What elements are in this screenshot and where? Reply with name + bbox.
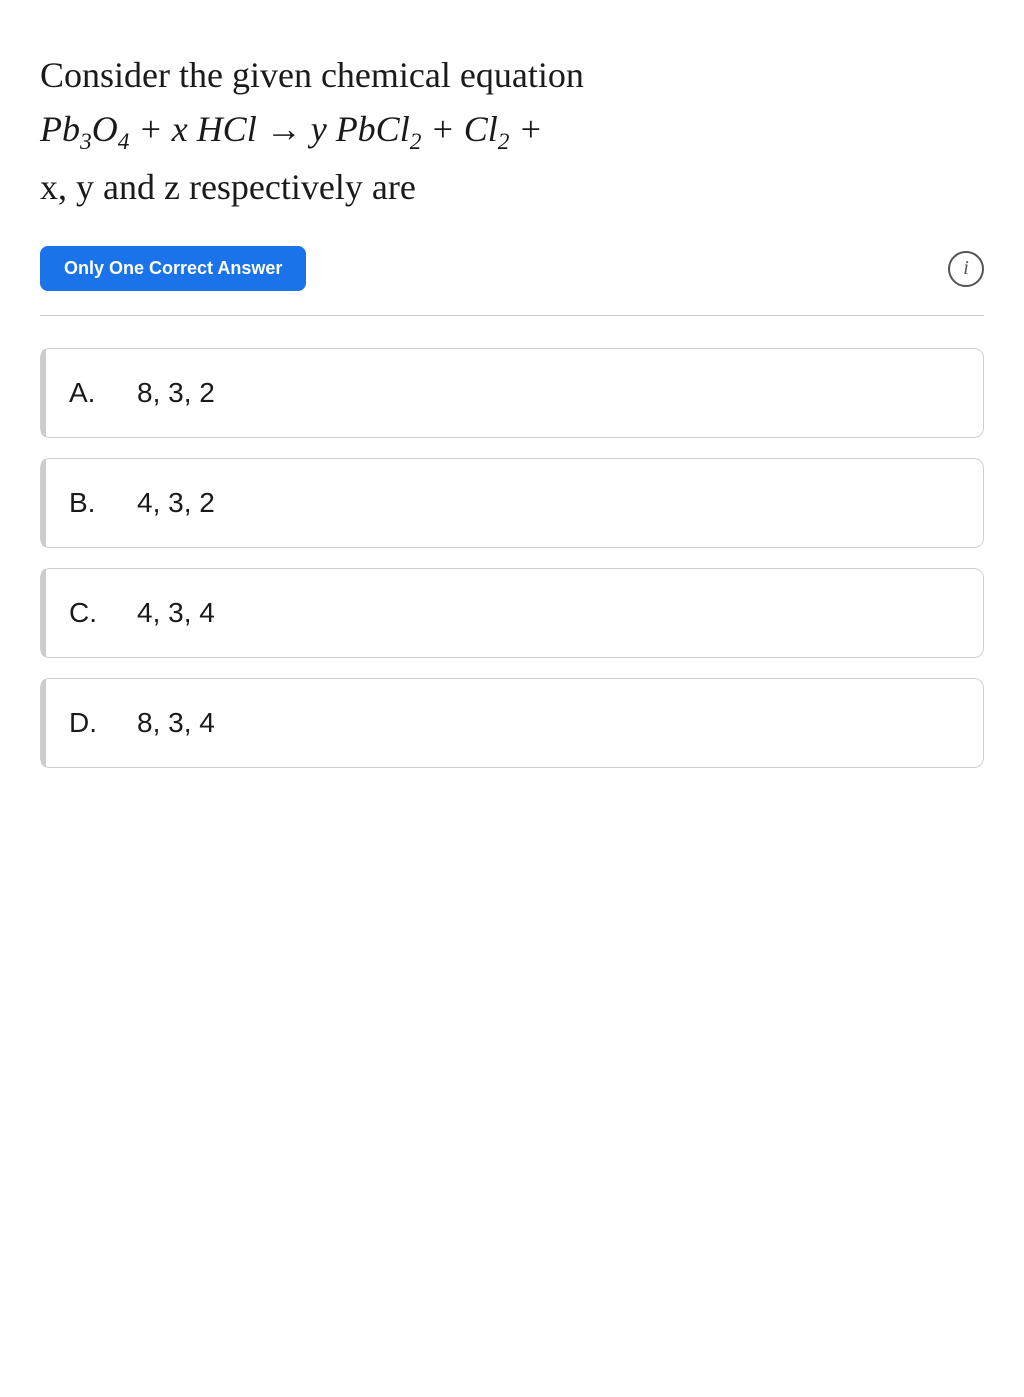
options-list: A. 8, 3, 2 B. 4, 3, 2 C. 4, 3, 4 D. 8, 3… [40,348,984,768]
badge-row: Only One Correct Answer i [40,246,984,291]
question-text: Consider the given chemical equation Pb3… [40,48,984,214]
answer-type-badge: Only One Correct Answer [40,246,306,291]
question-section: Consider the given chemical equation Pb3… [40,48,984,768]
option-a-label: A. [69,377,105,409]
option-d[interactable]: D. 8, 3, 4 [40,678,984,768]
question-followup: x, y and z respectively are [40,167,416,207]
question-intro: Consider the given chemical equation [40,55,584,95]
option-c[interactable]: C. 4, 3, 4 [40,568,984,658]
info-icon[interactable]: i [948,251,984,287]
option-b-label: B. [69,487,105,519]
info-symbol: i [963,257,969,280]
option-c-label: C. [69,597,105,629]
option-a[interactable]: A. 8, 3, 2 [40,348,984,438]
option-a-value: 8, 3, 2 [137,377,215,409]
option-b-value: 4, 3, 2 [137,487,215,519]
option-d-value: 8, 3, 4 [137,707,215,739]
option-c-value: 4, 3, 4 [137,597,215,629]
option-d-label: D. [69,707,105,739]
badge-label: Only One Correct Answer [64,258,282,278]
section-divider [40,315,984,316]
equation-line1: Pb3O4 + x HCl → y PbCl2 + Cl2 + [40,109,543,149]
option-b[interactable]: B. 4, 3, 2 [40,458,984,548]
